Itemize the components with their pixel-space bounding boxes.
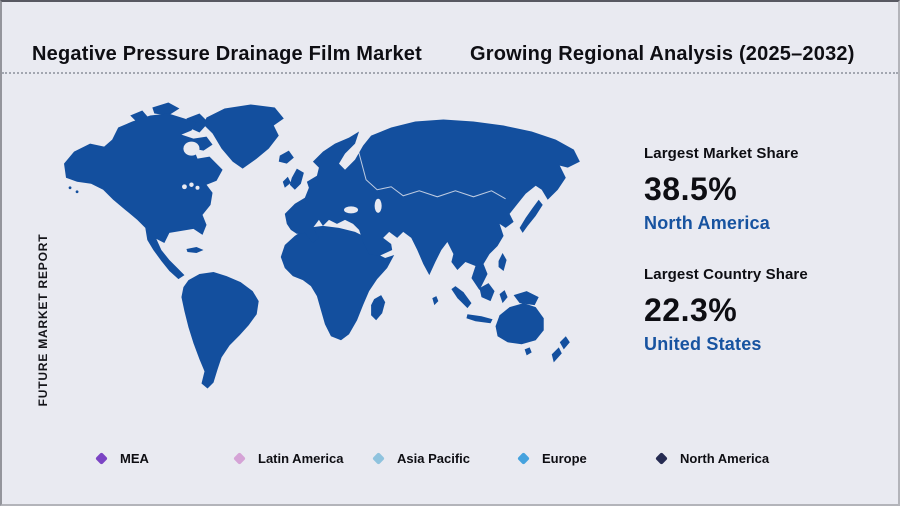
land-south-america bbox=[181, 272, 259, 389]
page-subtitle: Growing Regional Analysis (2025–2032) bbox=[470, 43, 855, 65]
diamond-marker-icon bbox=[95, 451, 108, 465]
page-title: Negative Pressure Drainage Film Market bbox=[32, 43, 422, 65]
water-great-lakes bbox=[189, 182, 194, 187]
water-great-lakes bbox=[195, 185, 200, 190]
land-japan bbox=[519, 199, 543, 233]
land-sulawesi bbox=[499, 290, 508, 304]
legend-label: North America bbox=[680, 450, 770, 466]
water-black-sea bbox=[344, 206, 359, 214]
legend-label: Europe bbox=[542, 450, 587, 466]
infographic-card: Negative Pressure Drainage Film Market G… bbox=[0, 0, 900, 506]
land-north-america bbox=[64, 113, 223, 280]
stat-label: Largest Country Share bbox=[644, 266, 808, 283]
diamond-marker-icon bbox=[517, 451, 530, 465]
land-sumatra bbox=[451, 286, 472, 309]
land-philippines bbox=[498, 252, 507, 272]
land-tasmania bbox=[524, 347, 532, 356]
land-madagascar bbox=[371, 295, 386, 321]
land-new-guinea bbox=[513, 291, 539, 306]
water-hudson-bay bbox=[183, 141, 200, 156]
legend-item-mea: MEA bbox=[95, 449, 149, 467]
land-java bbox=[466, 314, 493, 324]
stat-largest-country-share: Largest Country Share 22.3% United State… bbox=[644, 267, 894, 353]
legend-label: Asia Pacific bbox=[397, 450, 470, 466]
diamond-marker-icon bbox=[372, 451, 385, 465]
water-caspian-sea bbox=[374, 198, 382, 213]
land-sri-lanka bbox=[432, 296, 439, 306]
land-iceland bbox=[278, 150, 294, 164]
diamond-marker-icon bbox=[655, 451, 668, 465]
world-map-svg bbox=[64, 102, 580, 389]
region-legend: MEA Latin America Asia Pacific Europe No… bbox=[2, 449, 898, 467]
land-greenland bbox=[203, 104, 284, 169]
legend-label: Latin America bbox=[258, 450, 344, 466]
stat-value: 22.3% bbox=[644, 292, 738, 328]
land-caribbean bbox=[186, 246, 204, 253]
legend-label: MEA bbox=[120, 450, 149, 466]
land-borneo bbox=[479, 283, 495, 302]
brand-watermark: FUTURE MARKET REPORT bbox=[36, 233, 50, 407]
stat-region: United States bbox=[644, 334, 762, 354]
water-great-lakes bbox=[182, 184, 187, 190]
world-map bbox=[60, 90, 622, 424]
land-british-isles bbox=[282, 168, 304, 190]
stat-value: 38.5% bbox=[644, 171, 738, 207]
land-australia bbox=[495, 303, 544, 345]
land-new-zealand bbox=[551, 336, 570, 363]
stat-largest-market-share: Largest Market Share 38.5% North America bbox=[644, 146, 894, 232]
dotted-divider bbox=[2, 72, 898, 74]
legend-item-asia-pacific: Asia Pacific bbox=[372, 449, 470, 467]
legend-item-europe: Europe bbox=[517, 449, 587, 467]
land-aleutian bbox=[68, 186, 72, 190]
stat-label: Largest Market Share bbox=[644, 145, 799, 162]
stat-region: North America bbox=[644, 213, 770, 233]
diamond-marker-icon bbox=[233, 451, 246, 465]
land-aleutian bbox=[75, 190, 79, 194]
legend-item-north-america: North America bbox=[655, 449, 770, 467]
legend-item-latin-america: Latin America bbox=[233, 449, 344, 467]
